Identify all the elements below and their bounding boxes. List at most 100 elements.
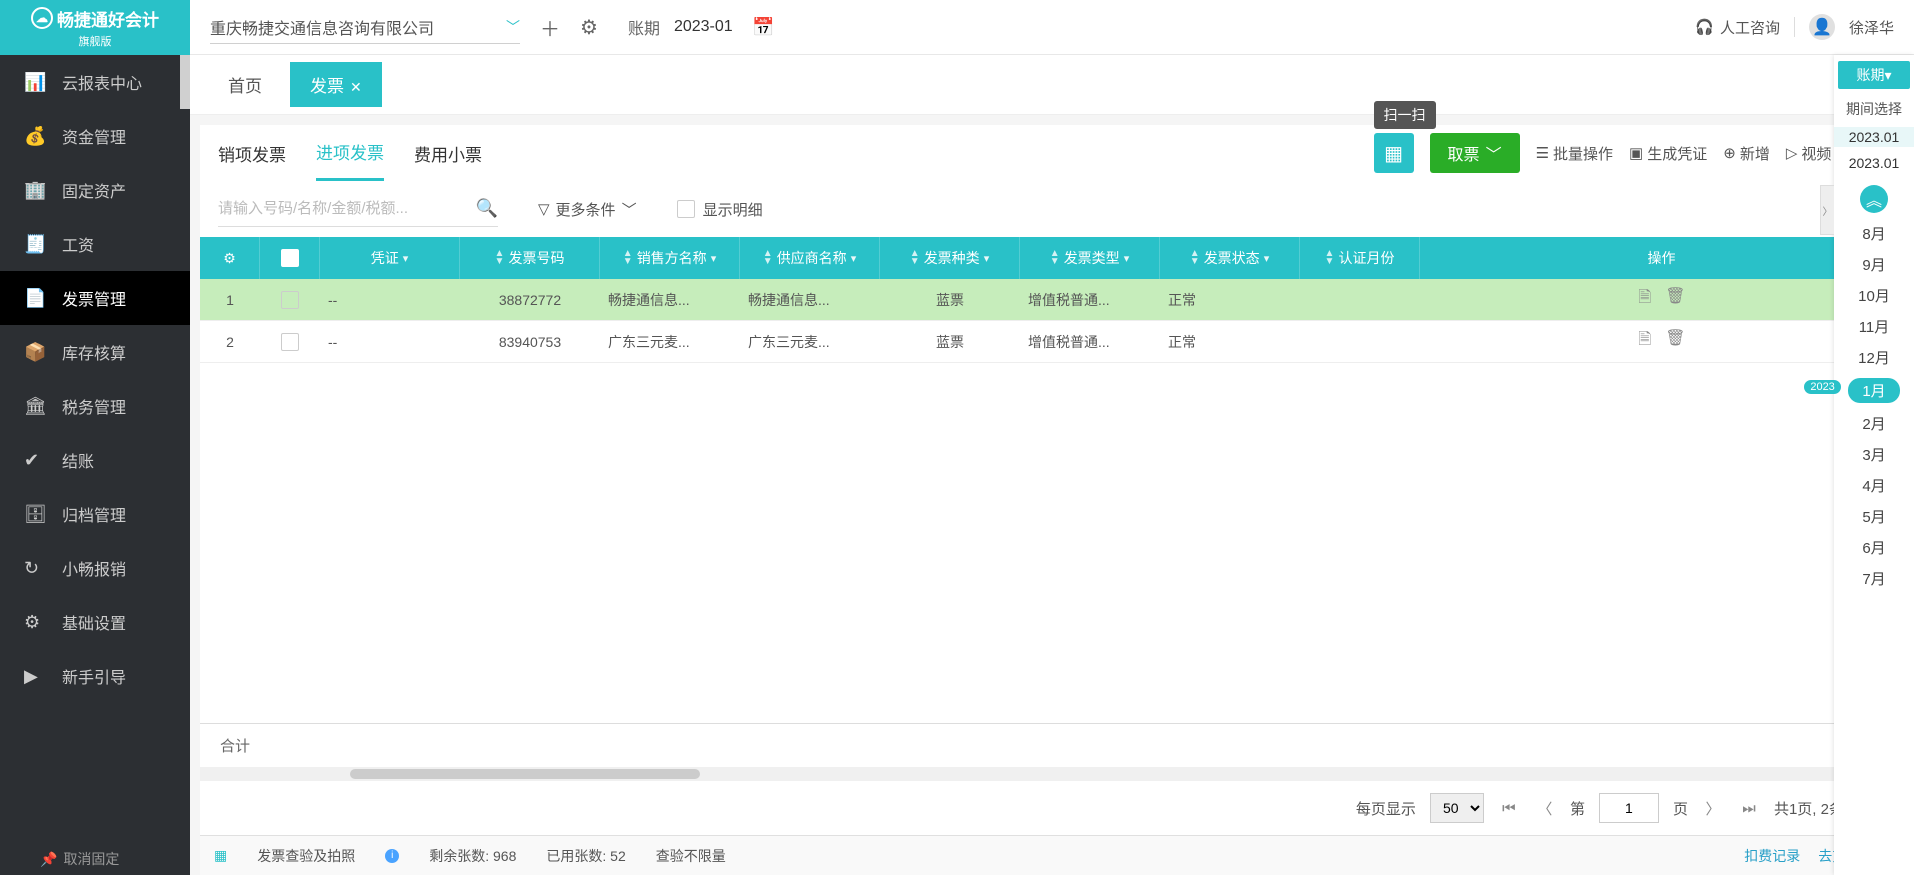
chevron-down-icon: ﹀ — [1486, 141, 1502, 165]
period-value: 2023-01 — [674, 18, 744, 36]
sidebar-item-2[interactable]: 🏢固定资产 — [0, 163, 190, 217]
delete-icon[interactable]: 🗑 — [1665, 286, 1685, 313]
sidebar-item-8[interactable]: 🗄 归档管理 — [0, 487, 190, 541]
period-title: 期间选择 — [1846, 99, 1902, 119]
filter-icon: ▾ — [711, 252, 717, 265]
app-header: ☁ 畅捷通好会计 旗舰版 重庆畅捷交通信息咨询有限公司 ﹀ ＋ ⚙ 账期 202… — [0, 0, 1914, 55]
sidebar-item-0[interactable]: 📊云报表中心 — [0, 55, 190, 109]
table-body: 1--38872772畅捷通信息...畅捷通信息...蓝票增值税普通...正常🗎… — [200, 279, 1904, 723]
nav-label: 小畅报销 — [62, 556, 126, 580]
month-item[interactable]: 10月 — [1858, 285, 1890, 306]
th-select-all[interactable] — [260, 237, 320, 279]
tab-home[interactable]: 首页 — [208, 62, 282, 107]
month-item[interactable]: 6月 — [1862, 537, 1885, 558]
calendar-icon[interactable]: 📅 — [752, 17, 774, 38]
gear-icon: ⚙ — [223, 250, 236, 267]
sub-tab-purchase[interactable]: 进项发票 — [316, 125, 384, 181]
sidebar-item-1[interactable]: 💰资金管理 — [0, 109, 190, 163]
scan-qr-button[interactable]: ▦ — [1374, 133, 1414, 173]
row-checkbox[interactable] — [281, 291, 299, 309]
month-item[interactable]: 11月 — [1859, 316, 1890, 337]
nav-icon: 🗄 — [24, 504, 44, 525]
sidebar-item-11[interactable]: ▶新手引导 — [0, 649, 190, 703]
month-item[interactable]: 2月 — [1862, 413, 1885, 434]
period-year-end[interactable]: 2023.01 — [1849, 155, 1900, 171]
fetch-invoice-button[interactable]: 取票 ﹀ — [1430, 133, 1520, 173]
sidebar-item-4[interactable]: 📄发票管理 — [0, 271, 190, 325]
sidebar-item-6[interactable]: 🏛税务管理 — [0, 379, 190, 433]
add-new[interactable]: ⊕新增 — [1723, 143, 1770, 164]
avatar[interactable]: 👤 — [1809, 14, 1835, 40]
checkbox[interactable] — [677, 200, 695, 218]
support-link[interactable]: 🎧 人工咨询 — [1695, 17, 1780, 38]
prev-page[interactable]: 〈 — [1534, 798, 1556, 819]
period-year-start[interactable]: 2023.01 — [1834, 127, 1914, 147]
th-status[interactable]: ▲▼发票状态▾ — [1160, 237, 1300, 279]
horizontal-scrollbar[interactable] — [200, 767, 1904, 781]
month-item[interactable]: 3月 — [1862, 444, 1885, 465]
row-checkbox[interactable] — [281, 333, 299, 351]
th-settings[interactable]: ⚙ — [200, 237, 260, 279]
search-icon[interactable]: 🔍 — [476, 198, 498, 219]
delete-icon[interactable]: 🗑 — [1665, 328, 1685, 355]
add-icon[interactable]: ＋ — [540, 13, 560, 42]
show-detail-toggle[interactable]: 显示明细 — [677, 199, 763, 220]
video-help[interactable]: ▷视频 — [1786, 143, 1832, 164]
fee-log-link[interactable]: 扣费记录 — [1744, 846, 1800, 866]
first-page[interactable]: ⏮ — [1498, 800, 1520, 817]
nav-icon: 📊 — [24, 72, 44, 93]
generate-voucher[interactable]: ▣生成凭证 — [1629, 143, 1707, 164]
tab-invoice[interactable]: 发票✕ — [290, 62, 382, 107]
sub-tab-sales[interactable]: 销项发票 — [218, 127, 286, 180]
month-item[interactable]: 4月 — [1862, 475, 1885, 496]
scrollbar[interactable] — [180, 55, 190, 109]
scroll-up-icon[interactable]: ︽ — [1860, 185, 1888, 213]
nav-label: 归档管理 — [62, 502, 126, 526]
sidebar-item-9[interactable]: ↻小畅报销 — [0, 541, 190, 595]
more-conditions[interactable]: ▽ 更多条件 ﹀ — [538, 199, 637, 220]
page-input[interactable] — [1599, 793, 1659, 823]
company-selector[interactable]: 重庆畅捷交通信息咨询有限公司 ﹀ — [210, 10, 520, 44]
th-seller[interactable]: ▲▼销售方名称▾ — [600, 237, 740, 279]
list-icon: ☰ — [1536, 144, 1549, 162]
pagination: 每页显示 50 ⏮ 〈 第 页 〉 ⏭ 共1页, 2条记录 — [200, 781, 1904, 835]
table-row[interactable]: 1--38872772畅捷通信息...畅捷通信息...蓝票增值税普通...正常🗎… — [200, 279, 1904, 321]
info-icon[interactable]: i — [385, 849, 399, 863]
month-item[interactable]: 7月 — [1862, 568, 1885, 589]
close-icon[interactable]: ✕ — [350, 79, 362, 95]
page-size-select[interactable]: 50 — [1430, 793, 1484, 823]
th-type[interactable]: ▲▼发票类型▾ — [1020, 237, 1160, 279]
th-kind[interactable]: ▲▼发票种类▾ — [880, 237, 1020, 279]
sidebar-item-7[interactable]: ✔结账 — [0, 433, 190, 487]
scrollbar-thumb[interactable] — [350, 769, 700, 779]
month-item[interactable]: 5月 — [1862, 506, 1885, 527]
month-item[interactable]: 12月 — [1858, 347, 1890, 368]
table-row[interactable]: 2--83940753广东三元麦...广东三元麦...蓝票增值税普通...正常🗎… — [200, 321, 1904, 363]
next-page[interactable]: 〉 — [1702, 798, 1724, 819]
th-supplier[interactable]: ▲▼供应商名称▾ — [740, 237, 880, 279]
collapse-panel[interactable]: 〉 — [1820, 185, 1834, 235]
th-voucher[interactable]: 凭证▾ — [320, 237, 460, 279]
month-current[interactable]: 2023 1月 — [1848, 378, 1899, 403]
view-icon[interactable]: 🗎 — [1638, 328, 1651, 355]
bottom-title: 发票查验及拍照 — [257, 846, 355, 866]
unpin-sidebar[interactable]: 📌 取消固定 — [40, 849, 119, 869]
nav-label: 基础设置 — [62, 610, 126, 634]
month-item[interactable]: 9月 — [1862, 254, 1885, 275]
th-invoice-no[interactable]: ▲▼发票号码 — [460, 237, 600, 279]
view-icon[interactable]: 🗎 — [1638, 286, 1651, 313]
nav-icon: 🧾 — [24, 234, 44, 255]
month-item[interactable]: 8月 — [1862, 223, 1885, 244]
search-input[interactable] — [218, 200, 458, 217]
sidebar-item-5[interactable]: 📦库存核算 — [0, 325, 190, 379]
filter-icon: ▾ — [1264, 252, 1270, 265]
sidebar-item-3[interactable]: 🧾工资 — [0, 217, 190, 271]
last-page[interactable]: ⏭ — [1738, 800, 1760, 817]
th-cert-month[interactable]: ▲▼认证月份 — [1300, 237, 1420, 279]
gear-icon[interactable]: ⚙ — [580, 15, 598, 40]
sidebar-item-10[interactable]: ⚙基础设置 — [0, 595, 190, 649]
batch-action[interactable]: ☰批量操作 — [1536, 143, 1613, 164]
th-action: 操作 — [1420, 237, 1904, 279]
period-dropdown[interactable]: 账期 ▾ — [1838, 61, 1910, 89]
sub-tab-expense[interactable]: 费用小票 — [414, 127, 482, 180]
